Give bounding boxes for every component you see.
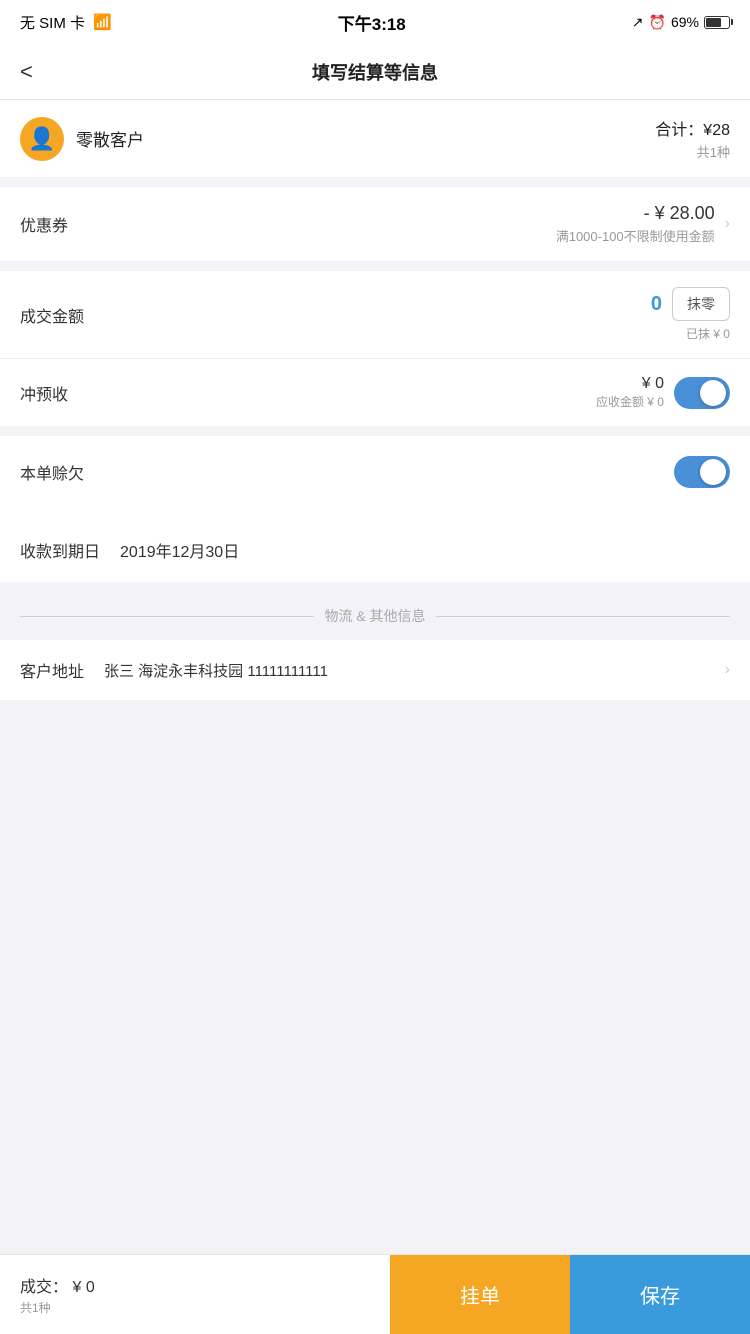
address-row[interactable]: 客户地址 张三 海淀永丰科技园 11111111111 › [0, 640, 750, 700]
transaction-label: 成交金额 [20, 303, 84, 327]
round-zero-button[interactable]: 抹零 [672, 287, 730, 321]
pre-collection-toggle[interactable] [674, 377, 730, 409]
total-count: 共1种 [655, 142, 730, 161]
address-value: 张三 海淀永丰科技园 11111111111 [104, 660, 725, 681]
pre-collection-right: ¥ 0 应收金额 ¥ 0 [68, 375, 730, 410]
battery-percent: 69% [671, 14, 699, 30]
status-time: 下午3:18 [338, 10, 406, 35]
coupon-right: - ¥ 28.00 满1000-100不限制使用金额 › [68, 203, 730, 245]
alarm-icon: ⏰ [649, 14, 666, 31]
bottom-transaction-value: ¥ 0 [72, 1279, 94, 1296]
status-left: 无 SIM 卡 📶 [20, 12, 112, 33]
pre-collection-row: 冲预收 ¥ 0 应收金额 ¥ 0 [0, 359, 750, 426]
coupon-section: 优惠券 - ¥ 28.00 满1000-100不限制使用金额 › [0, 187, 750, 261]
avatar: 👤 [20, 117, 64, 161]
debt-section: 本单赊欠 收款到期日 2019年12月30日 [0, 436, 750, 582]
wifi-icon: 📶 [93, 13, 112, 31]
pre-collection-value-block: ¥ 0 应收金额 ¥ 0 [596, 375, 664, 410]
bottom-transaction-label: 成交： [20, 1279, 68, 1296]
already-rounded-text: 已抹 ¥ 0 [686, 325, 730, 342]
pre-collection-label: 冲预收 [20, 381, 68, 405]
avatar-icon: 👤 [28, 126, 55, 152]
location-icon: ↗ [632, 14, 644, 31]
bottom-summary: 成交： ¥ 0 共1种 [0, 1273, 390, 1316]
address-label: 客户地址 [20, 658, 84, 682]
customer-info: 👤 零散客户 [20, 117, 144, 161]
debt-toggle[interactable] [674, 456, 730, 488]
coupon-description: 满1000-100不限制使用金额 [556, 226, 715, 245]
nav-bar: < 填写结算等信息 [0, 44, 750, 100]
debt-toggle-thumb [700, 459, 726, 485]
hang-order-button[interactable]: 挂单 [390, 1255, 570, 1334]
status-bar: 无 SIM 卡 📶 下午3:18 ↗ ⏰ 69% [0, 0, 750, 44]
customer-total: 合计：¥28 共1种 [655, 116, 730, 161]
debt-label: 本单赊欠 [20, 460, 84, 484]
chevron-right-icon: › [725, 215, 730, 233]
pre-collection-value: ¥ 0 [596, 375, 664, 393]
save-button[interactable]: 保存 [570, 1255, 750, 1334]
customer-section: 👤 零散客户 合计：¥28 共1种 [0, 100, 750, 177]
back-button[interactable]: < [20, 59, 33, 85]
logistics-divider: 物流 & 其他信息 [0, 592, 750, 640]
customer-name: 零散客户 [76, 126, 144, 151]
battery-icon [704, 16, 730, 29]
amount-section: 成交金额 抹零 已抹 ¥ 0 冲预收 ¥ 0 应收金额 ¥ 0 [0, 271, 750, 426]
carrier-text: 无 SIM 卡 [20, 12, 85, 33]
coupon-label: 优惠券 [20, 212, 68, 236]
coupon-value-block: - ¥ 28.00 满1000-100不限制使用金额 [556, 203, 715, 245]
bottom-bar: 成交： ¥ 0 共1种 挂单 保存 [0, 1254, 750, 1334]
bottom-transaction: 成交： ¥ 0 [20, 1273, 370, 1297]
due-date-label: 收款到期日 [20, 538, 100, 562]
total-amount: 合计：¥28 [655, 116, 730, 140]
transaction-amount-input[interactable] [602, 293, 662, 316]
toggle-thumb [700, 380, 726, 406]
coupon-row[interactable]: 优惠券 - ¥ 28.00 满1000-100不限制使用金额 › [0, 187, 750, 261]
due-date-value: 2019年12月30日 [120, 538, 239, 562]
debt-row: 本单赊欠 [0, 436, 750, 508]
bottom-count: 共1种 [20, 1299, 370, 1316]
transaction-right: 抹零 已抹 ¥ 0 [84, 287, 730, 342]
divider-line-right [436, 616, 730, 617]
logistics-label: 物流 & 其他信息 [324, 606, 425, 626]
divider-line-left [20, 616, 314, 617]
page-title: 填写结算等信息 [312, 59, 438, 85]
pre-collection-subtext: 应收金额 ¥ 0 [596, 393, 664, 410]
main-content: 👤 零散客户 合计：¥28 共1种 优惠券 - ¥ 28.00 满1000-10… [0, 100, 750, 810]
coupon-discount: - ¥ 28.00 [556, 203, 715, 224]
transaction-amount-row: 成交金额 抹零 已抹 ¥ 0 [0, 271, 750, 359]
due-date-row: 收款到期日 2019年12月30日 [0, 518, 750, 582]
status-right: ↗ ⏰ 69% [632, 14, 730, 31]
address-chevron-icon: › [725, 661, 730, 679]
